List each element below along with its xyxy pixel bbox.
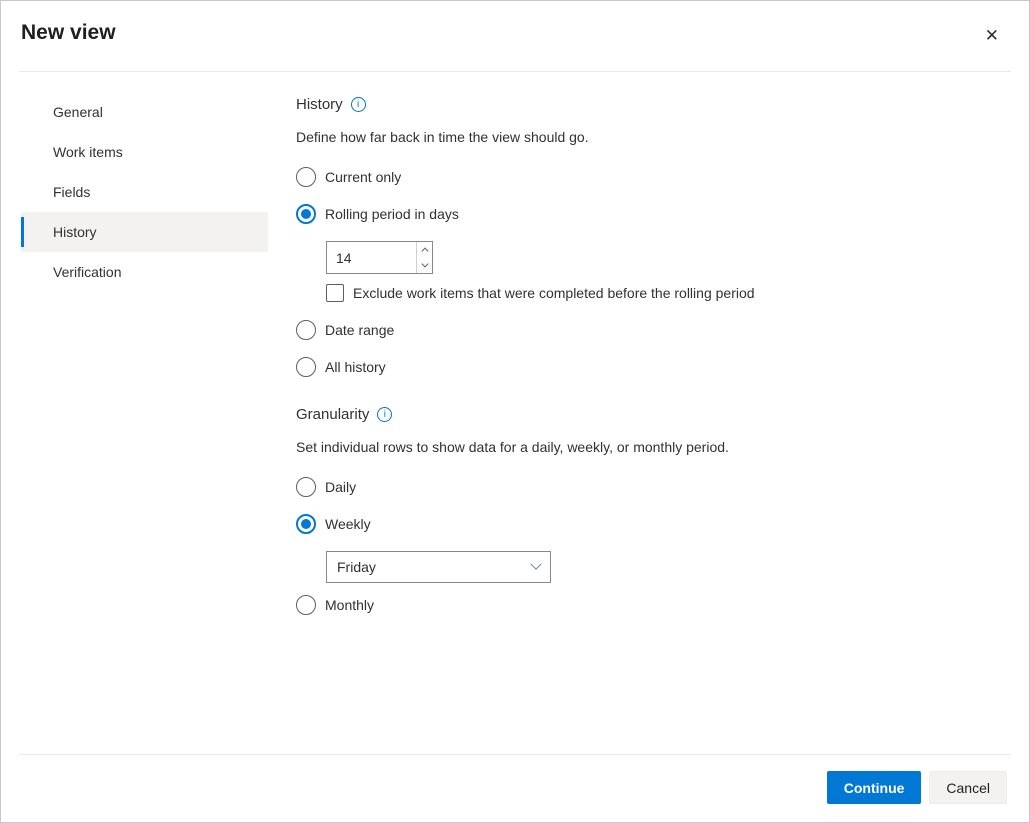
- history-section-heading: History i: [296, 96, 1029, 113]
- continue-button[interactable]: Continue: [827, 771, 922, 804]
- spinner-up-icon[interactable]: [417, 242, 432, 258]
- weekday-dropdown-wrap: Friday: [326, 551, 1029, 583]
- rolling-period-controls: Exclude work items that were completed b…: [326, 241, 1029, 302]
- sidebar: General Work items Fields History Verifi…: [21, 72, 268, 632]
- sidebar-item-label: History: [53, 224, 97, 240]
- dialog-body: General Work items Fields History Verifi…: [1, 72, 1029, 632]
- radio-label: All history: [325, 359, 386, 375]
- history-heading-text: History: [296, 96, 343, 113]
- radio-icon: [296, 204, 316, 224]
- radio-date-range[interactable]: Date range: [296, 320, 1029, 340]
- rolling-days-spinner: [326, 241, 433, 274]
- sidebar-item-history[interactable]: History: [21, 212, 268, 252]
- granularity-heading-text: Granularity: [296, 406, 369, 423]
- info-icon[interactable]: i: [377, 407, 392, 422]
- sidebar-item-work-items[interactable]: Work items: [21, 132, 268, 172]
- footer-buttons: Continue Cancel: [1, 755, 1029, 822]
- radio-icon: [296, 477, 316, 497]
- sidebar-item-label: Fields: [53, 184, 90, 200]
- radio-label: Daily: [325, 479, 356, 495]
- info-icon[interactable]: i: [351, 97, 366, 112]
- rolling-days-input[interactable]: [327, 242, 416, 273]
- radio-icon: [296, 357, 316, 377]
- radio-label: Weekly: [325, 516, 371, 532]
- radio-label: Date range: [325, 322, 394, 338]
- sidebar-item-label: Verification: [53, 264, 121, 280]
- radio-label: Rolling period in days: [325, 206, 459, 222]
- granularity-section-heading: Granularity i: [296, 406, 1029, 423]
- radio-current-only[interactable]: Current only: [296, 167, 1029, 187]
- dialog-title: New view: [21, 19, 116, 45]
- dialog-header: New view ✕: [1, 1, 1029, 71]
- weekday-dropdown[interactable]: Friday: [326, 551, 551, 583]
- radio-icon: [296, 320, 316, 340]
- radio-label: Current only: [325, 169, 401, 185]
- spinner-buttons: [416, 242, 432, 273]
- main-content: History i Define how far back in time th…: [268, 72, 1029, 632]
- checkbox-label: Exclude work items that were completed b…: [353, 285, 755, 301]
- sidebar-item-fields[interactable]: Fields: [21, 172, 268, 212]
- radio-weekly[interactable]: Weekly: [296, 514, 1029, 534]
- sidebar-item-label: General: [53, 104, 103, 120]
- cancel-button[interactable]: Cancel: [929, 771, 1007, 804]
- radio-label: Monthly: [325, 597, 374, 613]
- radio-monthly[interactable]: Monthly: [296, 595, 1029, 615]
- dialog-footer: Continue Cancel: [1, 754, 1029, 822]
- radio-daily[interactable]: Daily: [296, 477, 1029, 497]
- sidebar-item-verification[interactable]: Verification: [21, 252, 268, 292]
- radio-icon: [296, 167, 316, 187]
- history-description: Define how far back in time the view sho…: [296, 129, 1029, 145]
- spinner-down-icon[interactable]: [417, 258, 432, 274]
- granularity-description: Set individual rows to show data for a d…: [296, 439, 1029, 455]
- close-icon[interactable]: ✕: [975, 19, 1009, 52]
- sidebar-item-label: Work items: [53, 144, 123, 160]
- new-view-dialog: New view ✕ General Work items Fields His…: [0, 0, 1030, 823]
- exclude-completed-checkbox-row[interactable]: Exclude work items that were completed b…: [326, 284, 1029, 302]
- radio-rolling-period[interactable]: Rolling period in days: [296, 204, 1029, 224]
- chevron-down-icon: [530, 559, 541, 570]
- weekday-dropdown-value: Friday: [337, 559, 376, 575]
- checkbox-icon[interactable]: [326, 284, 344, 302]
- radio-icon: [296, 595, 316, 615]
- radio-icon: [296, 514, 316, 534]
- sidebar-item-general[interactable]: General: [21, 92, 268, 132]
- radio-all-history[interactable]: All history: [296, 357, 1029, 377]
